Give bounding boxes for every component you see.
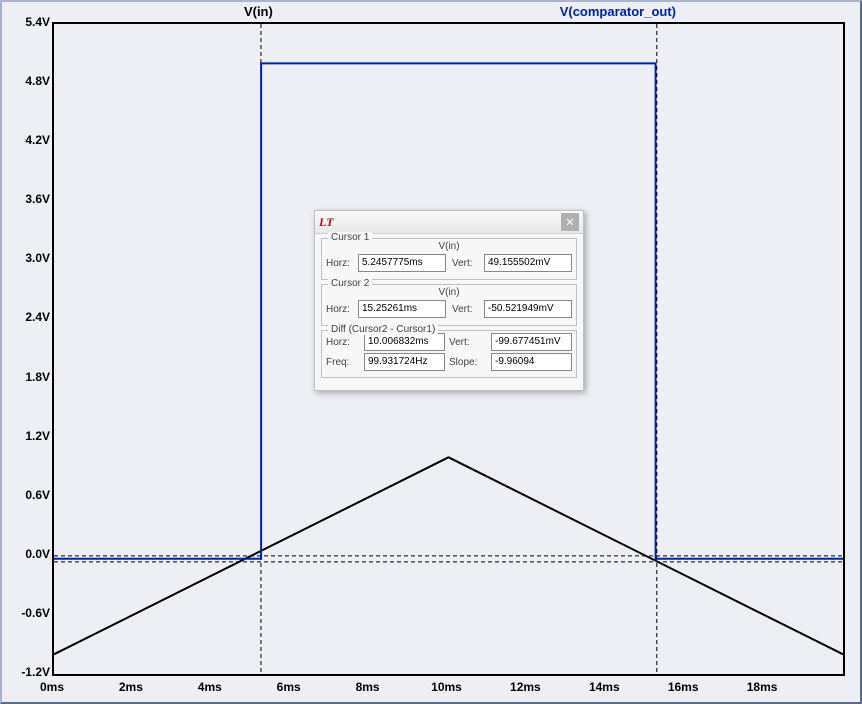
y-tick-label: 3.0V xyxy=(6,251,50,265)
diff-legend: Diff (Cursor2 - Cursor1) xyxy=(328,324,438,335)
legend-vin[interactable]: V(in) xyxy=(244,4,273,19)
y-tick-label: 3.6V xyxy=(6,192,50,206)
diff-horz-label: Horz: xyxy=(326,337,360,348)
cursor2-vert-value[interactable]: -50.521949mV xyxy=(484,300,572,318)
cursor2-horz-value[interactable]: 15.25261ms xyxy=(358,300,446,318)
cursor2-legend: Cursor 2 xyxy=(328,278,372,289)
x-tick-label: 8ms xyxy=(338,680,398,694)
legend-vcomp[interactable]: V(comparator_out) xyxy=(560,4,676,19)
y-tick-label: 2.4V xyxy=(6,310,50,324)
cursor1-horz-label: Horz: xyxy=(326,258,358,269)
dialog-titlebar[interactable]: LT ✕ xyxy=(315,211,583,234)
x-tick-label: 18ms xyxy=(732,680,792,694)
waveform-window: V(in) V(comparator_out) 5.4V 4.8V 4.2V 3.6V… xyxy=(0,0,862,704)
cursor2-horz-label: Horz: xyxy=(326,304,358,315)
diff-horz-value[interactable]: 10.006832ms xyxy=(364,333,445,351)
cursor1-vert-value[interactable]: 49.155502mV xyxy=(484,254,572,272)
x-tick-label: 12ms xyxy=(495,680,555,694)
cursor-dialog[interactable]: LT ✕ Cursor 1 V(in) Horz: 5.2457775ms Ve… xyxy=(314,210,584,391)
diff-vert-label: Vert: xyxy=(449,337,487,348)
x-tick-label: 4ms xyxy=(180,680,240,694)
x-tick-label: 0ms xyxy=(22,680,82,694)
cursor1-vert-label: Vert: xyxy=(452,258,484,269)
diff-slope-label: Slope: xyxy=(449,357,487,368)
y-tick-label: 4.2V xyxy=(6,133,50,147)
y-tick-label: 1.2V xyxy=(6,429,50,443)
x-tick-label: 6ms xyxy=(259,680,319,694)
cursor1-group: Cursor 1 V(in) Horz: 5.2457775ms Vert: 4… xyxy=(321,238,577,280)
cursor1-legend: Cursor 1 xyxy=(328,232,372,243)
x-tick-label: 2ms xyxy=(101,680,161,694)
close-icon[interactable]: ✕ xyxy=(561,213,579,231)
cursor1-horz-value[interactable]: 5.2457775ms xyxy=(358,254,446,272)
diff-group: Diff (Cursor2 - Cursor1) Horz: 10.006832… xyxy=(321,330,577,378)
y-tick-label: 0.0V xyxy=(6,547,50,561)
x-tick-label: 14ms xyxy=(574,680,634,694)
y-tick-label: 4.8V xyxy=(6,74,50,88)
legend-bar: V(in) V(comparator_out) xyxy=(52,4,846,20)
cursor2-group: Cursor 2 V(in) Horz: 15.25261ms Vert: -5… xyxy=(321,284,577,326)
diff-vert-value[interactable]: -99.677451mV xyxy=(491,333,572,351)
lt-logo-icon: LT xyxy=(319,215,333,229)
x-tick-label: 16ms xyxy=(653,680,713,694)
diff-slope-value[interactable]: -9.96094 xyxy=(491,353,572,371)
y-tick-label: 5.4V xyxy=(6,15,50,29)
y-tick-label: 1.8V xyxy=(6,370,50,384)
y-tick-label: 0.6V xyxy=(6,488,50,502)
y-tick-label: -0.6V xyxy=(6,606,50,620)
diff-freq-value[interactable]: 99.931724Hz xyxy=(364,353,445,371)
x-tick-label: 10ms xyxy=(417,680,477,694)
diff-freq-label: Freq: xyxy=(326,357,360,368)
dialog-body: Cursor 1 V(in) Horz: 5.2457775ms Vert: 4… xyxy=(315,234,583,390)
cursor2-vert-label: Vert: xyxy=(452,304,484,315)
y-tick-label: -1.2V xyxy=(6,665,50,679)
